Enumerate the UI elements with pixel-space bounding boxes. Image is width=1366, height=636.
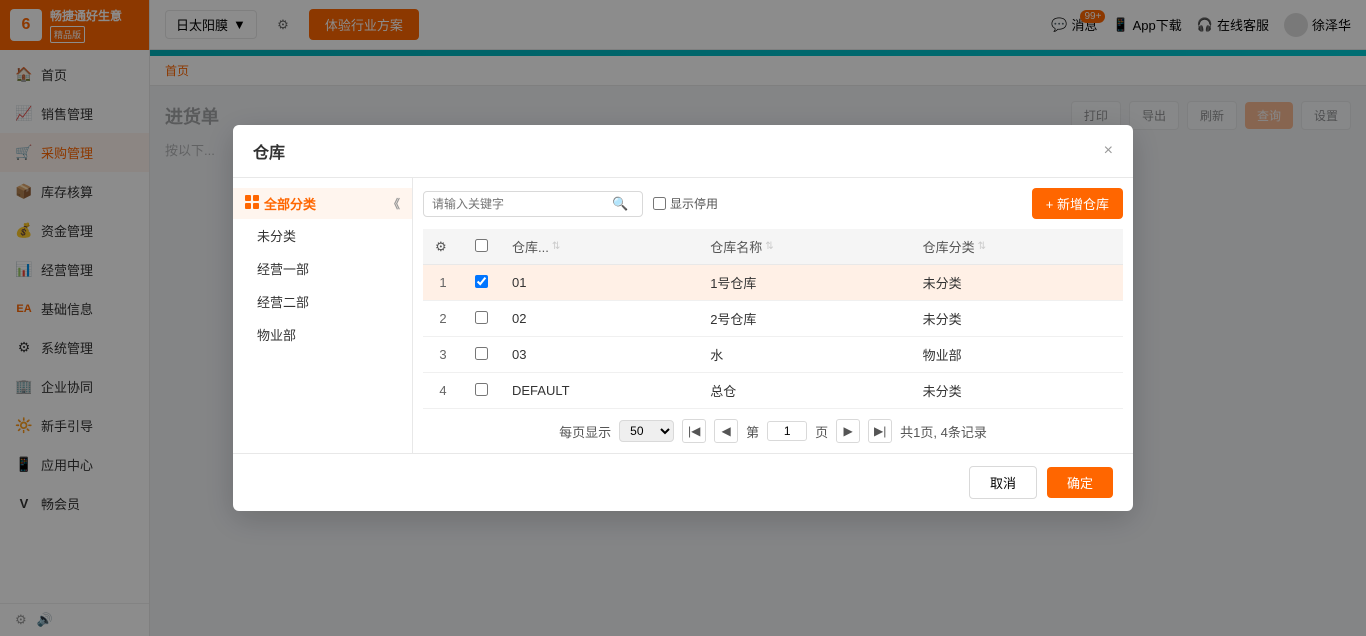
- row-category: 未分类: [911, 301, 1123, 337]
- row-name: 总仓: [698, 373, 910, 409]
- row-name: 2号仓库: [698, 301, 910, 337]
- show-disabled-checkbox[interactable]: 显示停用: [653, 195, 718, 212]
- confirm-button[interactable]: 确定: [1047, 467, 1113, 498]
- show-disabled-label: 显示停用: [670, 195, 718, 212]
- select-all-checkbox[interactable]: [475, 239, 488, 252]
- th-name-label: 仓库名称: [710, 237, 762, 256]
- gear-th-icon: ⚙: [435, 239, 447, 254]
- th-code-label: 仓库...: [512, 237, 549, 256]
- th-checkbox: [463, 229, 500, 265]
- category-all[interactable]: 全部分类 《: [233, 188, 412, 219]
- next-page-button[interactable]: ▶: [836, 419, 860, 443]
- th-gear: ⚙: [423, 229, 463, 265]
- row-checkbox[interactable]: [475, 347, 488, 360]
- table-body: 1 01 1号仓库 未分类 2 02 2号仓库 未分类 3 03 水 物业部 4: [423, 265, 1123, 409]
- per-page-select[interactable]: 50 20 100: [619, 420, 674, 442]
- search-input-wrap: 🔍: [423, 191, 643, 217]
- search-icon: 🔍: [612, 196, 628, 212]
- page-input[interactable]: [767, 421, 807, 441]
- row-code: 01: [500, 265, 698, 301]
- warehouse-table-element: ⚙ 仓库... ⇅: [423, 229, 1123, 409]
- row-category: 未分类: [911, 373, 1123, 409]
- row-checkbox[interactable]: [475, 311, 488, 324]
- search-bar: 🔍 显示停用 + 新增仓库: [423, 188, 1123, 219]
- table-row[interactable]: 2 02 2号仓库 未分类: [423, 301, 1123, 337]
- category-item-unclassified[interactable]: 未分类: [233, 219, 412, 252]
- th-code: 仓库... ⇅: [500, 229, 698, 265]
- modal-overlay[interactable]: 仓库 × 全部分类 《: [0, 0, 1366, 636]
- row-code: DEFAULT: [500, 373, 698, 409]
- row-num: 1: [423, 265, 463, 301]
- row-category: 物业部: [911, 337, 1123, 373]
- row-code: 02: [500, 301, 698, 337]
- right-panel: 🔍 显示停用 + 新增仓库 ⚙: [413, 178, 1133, 453]
- row-num: 4: [423, 373, 463, 409]
- dialog-body: 全部分类 《 未分类 经营一部 经营二部 物业部: [233, 178, 1133, 453]
- th-category-label: 仓库分类: [923, 237, 975, 256]
- warehouse-dialog: 仓库 × 全部分类 《: [233, 125, 1133, 511]
- row-checkbox[interactable]: [475, 275, 488, 288]
- row-category: 未分类: [911, 265, 1123, 301]
- th-name: 仓库名称 ⇅: [698, 229, 910, 265]
- sort-icon-name: ⇅: [765, 241, 773, 252]
- sort-icon-category: ⇅: [978, 241, 986, 252]
- row-code: 03: [500, 337, 698, 373]
- collapse-button[interactable]: 《: [388, 195, 400, 212]
- disabled-checkbox-input[interactable]: [653, 197, 666, 210]
- category-item-ops1[interactable]: 经营一部: [233, 252, 412, 285]
- dialog-close-button[interactable]: ×: [1104, 142, 1113, 160]
- category-all-label: 全部分类: [264, 194, 316, 213]
- th-category: 仓库分类 ⇅: [911, 229, 1123, 265]
- dialog-title: 仓库: [253, 139, 285, 163]
- row-name: 水: [698, 337, 910, 373]
- first-page-button[interactable]: |◀: [682, 419, 706, 443]
- per-page-select-input[interactable]: 50 20 100: [619, 420, 674, 442]
- table-row[interactable]: 1 01 1号仓库 未分类: [423, 265, 1123, 301]
- add-warehouse-button[interactable]: + 新增仓库: [1032, 188, 1123, 219]
- row-checkbox[interactable]: [475, 383, 488, 396]
- warehouse-table: ⚙ 仓库... ⇅: [423, 229, 1123, 409]
- category-panel: 全部分类 《 未分类 经营一部 经营二部 物业部: [233, 178, 413, 453]
- page-label-before: 第: [746, 422, 759, 441]
- table-row[interactable]: 3 03 水 物业部: [423, 337, 1123, 373]
- row-checkbox-cell: [463, 373, 500, 409]
- grid-icon: [245, 195, 259, 212]
- search-input[interactable]: [432, 197, 612, 211]
- row-num: 2: [423, 301, 463, 337]
- cancel-button[interactable]: 取消: [969, 466, 1037, 499]
- table-header-row: ⚙ 仓库... ⇅: [423, 229, 1123, 265]
- dialog-header: 仓库 ×: [233, 125, 1133, 178]
- row-num: 3: [423, 337, 463, 373]
- table-row[interactable]: 4 DEFAULT 总仓 未分类: [423, 373, 1123, 409]
- prev-page-button[interactable]: ◀: [714, 419, 738, 443]
- page-label-after: 页: [815, 422, 828, 441]
- per-page-label: 每页显示: [559, 422, 611, 441]
- category-item-property[interactable]: 物业部: [233, 318, 412, 351]
- pagination: 每页显示 50 20 100 |◀ ◀ 第 页 ▶ ▶|: [423, 409, 1123, 443]
- dialog-footer: 取消 确定: [233, 453, 1133, 511]
- total-info: 共1页, 4条记录: [900, 422, 987, 441]
- row-checkbox-cell: [463, 301, 500, 337]
- sort-icon-code: ⇅: [552, 241, 560, 252]
- last-page-button[interactable]: ▶|: [868, 419, 892, 443]
- category-item-ops2[interactable]: 经营二部: [233, 285, 412, 318]
- row-checkbox-cell: [463, 265, 500, 301]
- row-name: 1号仓库: [698, 265, 910, 301]
- row-checkbox-cell: [463, 337, 500, 373]
